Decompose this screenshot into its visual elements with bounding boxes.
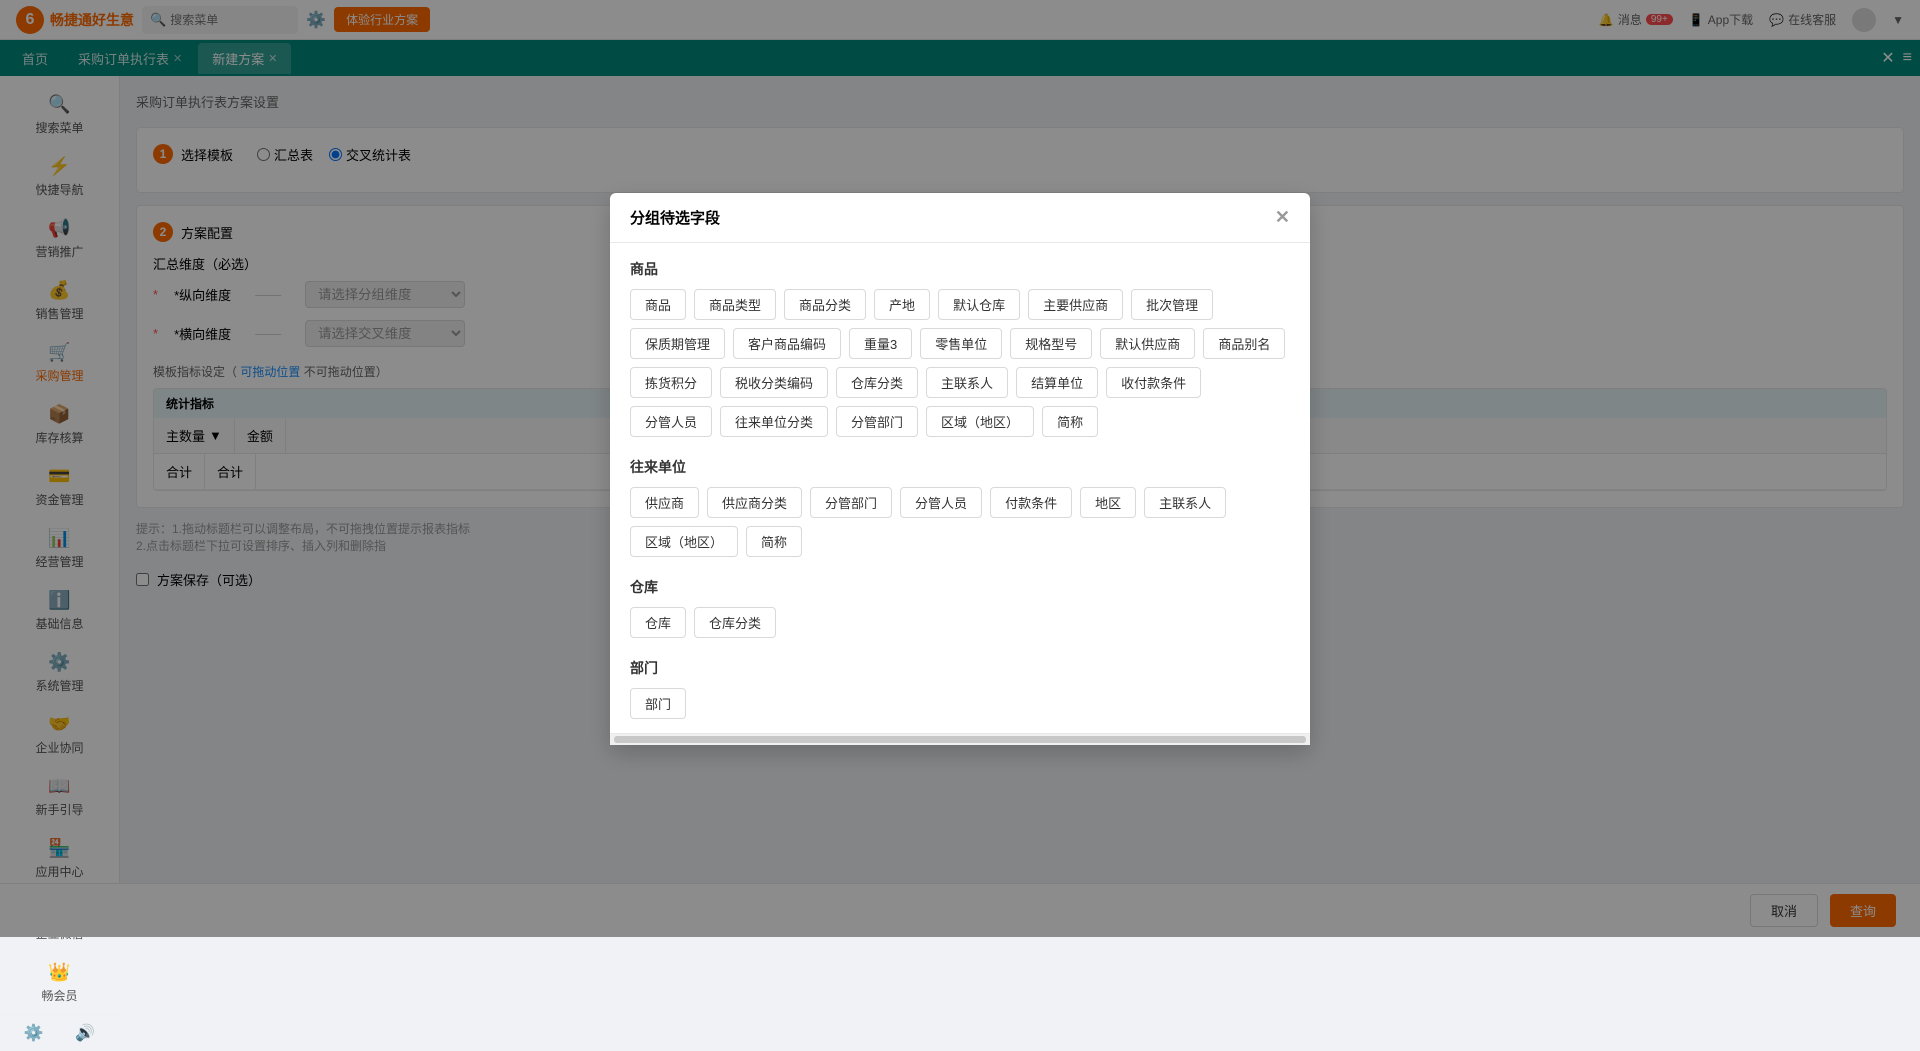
tag-goods-spec[interactable]: 规格型号	[1010, 328, 1092, 359]
tag-goods-expiry[interactable]: 保质期管理	[630, 328, 725, 359]
tag-partner-area[interactable]: 区域（地区）	[630, 526, 738, 557]
tag-goods-warehouse-category[interactable]: 仓库分类	[836, 367, 918, 398]
modal-hscroll-bar	[614, 736, 1306, 743]
sidebar-bottom: ⚙️ 🔊	[0, 1014, 119, 1051]
tag-partner-payment-terms[interactable]: 付款条件	[990, 487, 1072, 518]
field-section-warehouse-title: 仓库	[630, 577, 1290, 597]
settings-bottom-icon[interactable]: ⚙️	[24, 1023, 44, 1043]
tag-goods-payment-terms[interactable]: 收付款条件	[1106, 367, 1201, 398]
tag-goods-default-supplier[interactable]: 默认供应商	[1100, 328, 1195, 359]
tag-partner-region[interactable]: 地区	[1080, 487, 1136, 518]
tag-partner-supplier-category[interactable]: 供应商分类	[707, 487, 802, 518]
modal: 分组待选字段 ✕ 商品 商品 商品类型 商品分类 产地 默认仓库 主要供应商 批…	[610, 193, 1310, 745]
field-section-department: 部门 部门	[630, 658, 1290, 719]
tag-warehouse-category[interactable]: 仓库分类	[694, 607, 776, 638]
modal-header: 分组待选字段 ✕	[610, 193, 1310, 243]
audio-icon[interactable]: 🔊	[75, 1023, 95, 1043]
tag-goods-category[interactable]: 商品分类	[784, 289, 866, 320]
tag-goods-dept[interactable]: 分管部门	[836, 406, 918, 437]
tag-goods-weight[interactable]: 重量3	[849, 328, 912, 359]
tag-goods-item[interactable]: 商品	[630, 289, 686, 320]
field-section-goods: 商品 商品 商品类型 商品分类 产地 默认仓库 主要供应商 批次管理 保质期管理…	[630, 259, 1290, 437]
modal-hscroll[interactable]	[610, 733, 1310, 745]
sidebar-item-member[interactable]: 👑 畅会员	[0, 952, 119, 1014]
tag-goods-abbr[interactable]: 简称	[1042, 406, 1098, 437]
tag-goods-tax-code[interactable]: 税收分类编码	[720, 367, 828, 398]
tag-partner-abbr[interactable]: 简称	[746, 526, 802, 557]
tag-goods-origin[interactable]: 产地	[874, 289, 930, 320]
field-tags-warehouse: 仓库 仓库分类	[630, 607, 1290, 638]
modal-overlay: 分组待选字段 ✕ 商品 商品 商品类型 商品分类 产地 默认仓库 主要供应商 批…	[0, 0, 1920, 937]
tag-goods-main-supplier[interactable]: 主要供应商	[1028, 289, 1123, 320]
field-tags-department: 部门	[630, 688, 1290, 719]
tag-goods-points[interactable]: 拣货积分	[630, 367, 712, 398]
tag-partner-dept[interactable]: 分管部门	[810, 487, 892, 518]
tag-goods-alias[interactable]: 商品别名	[1203, 328, 1285, 359]
member-icon: 👑	[48, 962, 70, 983]
tag-warehouse-item[interactable]: 仓库	[630, 607, 686, 638]
tag-goods-type[interactable]: 商品类型	[694, 289, 776, 320]
tag-goods-customer-code[interactable]: 客户商品编码	[733, 328, 841, 359]
modal-title: 分组待选字段	[630, 207, 720, 228]
tag-partner-contact[interactable]: 主联系人	[1144, 487, 1226, 518]
tag-goods-partner-category[interactable]: 往来单位分类	[720, 406, 828, 437]
modal-close-button[interactable]: ✕	[1275, 208, 1290, 226]
field-section-warehouse: 仓库 仓库 仓库分类	[630, 577, 1290, 638]
tag-partner-supplier[interactable]: 供应商	[630, 487, 699, 518]
tag-goods-region[interactable]: 区域（地区）	[926, 406, 1034, 437]
field-section-goods-title: 商品	[630, 259, 1290, 279]
tag-goods-retail-unit[interactable]: 零售单位	[920, 328, 1002, 359]
tag-partner-manager[interactable]: 分管人员	[900, 487, 982, 518]
field-tags-goods: 商品 商品类型 商品分类 产地 默认仓库 主要供应商 批次管理 保质期管理 客户…	[630, 289, 1290, 437]
field-section-department-title: 部门	[630, 658, 1290, 678]
tag-goods-contact[interactable]: 主联系人	[926, 367, 1008, 398]
field-section-partner-title: 往来单位	[630, 457, 1290, 477]
sidebar-item-member-label: 畅会员	[41, 987, 77, 1004]
modal-scroll-body[interactable]: 商品 商品 商品类型 商品分类 产地 默认仓库 主要供应商 批次管理 保质期管理…	[610, 243, 1310, 733]
field-section-partner: 往来单位 供应商 供应商分类 分管部门 分管人员 付款条件 地区 主联系人 区域…	[630, 457, 1290, 557]
field-tags-partner: 供应商 供应商分类 分管部门 分管人员 付款条件 地区 主联系人 区域（地区） …	[630, 487, 1290, 557]
tag-goods-settlement-unit[interactable]: 结算单位	[1016, 367, 1098, 398]
tag-goods-default-warehouse[interactable]: 默认仓库	[938, 289, 1020, 320]
tag-goods-batch[interactable]: 批次管理	[1131, 289, 1213, 320]
tag-department-item[interactable]: 部门	[630, 688, 686, 719]
tag-goods-manager[interactable]: 分管人员	[630, 406, 712, 437]
